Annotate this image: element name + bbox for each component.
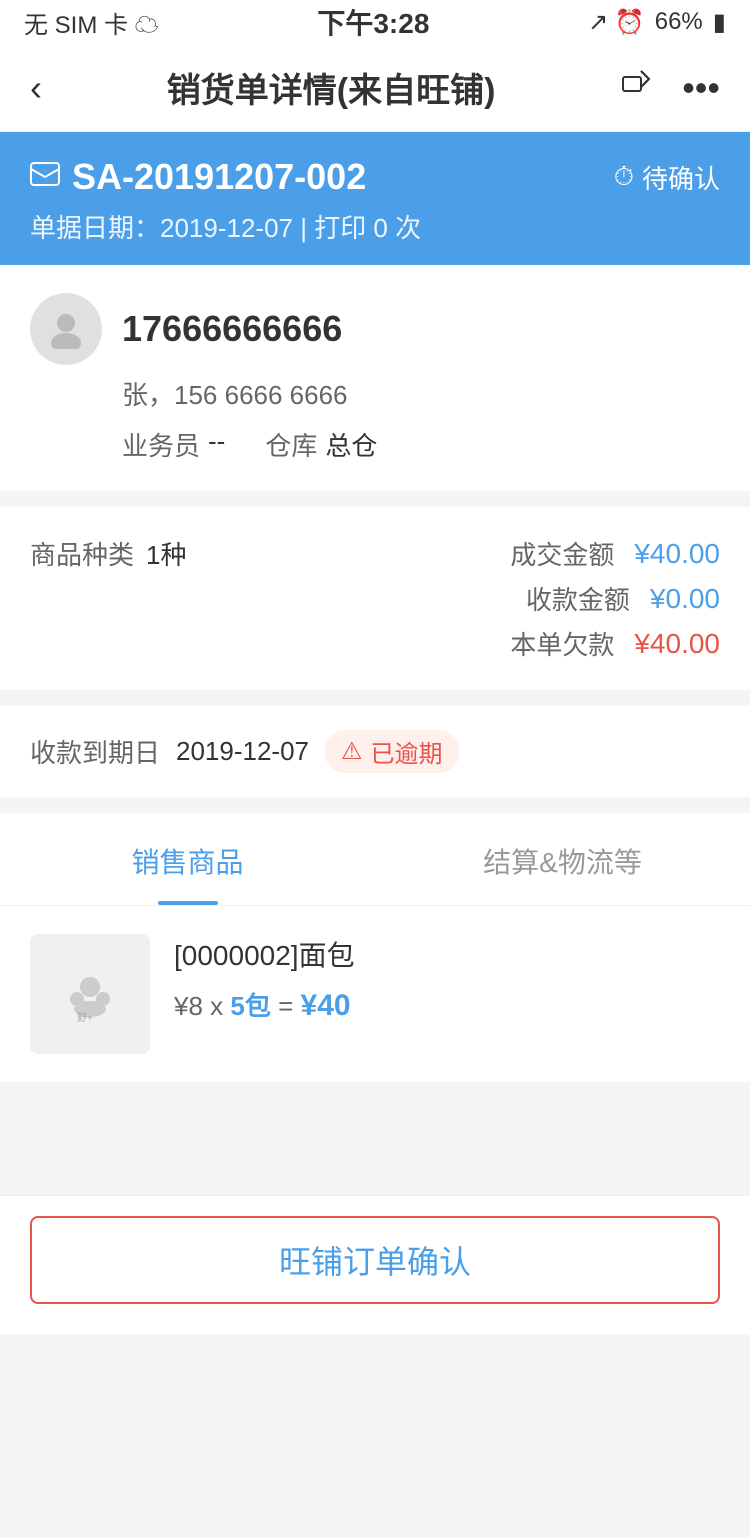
payment-label: 收款金额 bbox=[526, 580, 630, 617]
payment-row: 收款金额 ¥0.00 bbox=[526, 580, 720, 617]
avatar bbox=[30, 293, 102, 365]
status-time: 下午3:28 bbox=[317, 2, 429, 42]
tab-settlement[interactable]: 结算&物流等 bbox=[375, 813, 750, 905]
svg-text:野+: 野+ bbox=[77, 1012, 93, 1024]
product-type-label: 商品种类 bbox=[30, 535, 134, 572]
unit-price: ¥8 bbox=[174, 991, 203, 1021]
product-item: 野+ [0000002]面包 ¥8 x 5包 = ¥40 bbox=[30, 934, 720, 1054]
sim-status: 无 SIM 卡 ☁ bbox=[24, 5, 159, 40]
order-header: SA-20191207-002 ⏱ 待确认 单据日期：2019-12-07 | … bbox=[0, 132, 750, 265]
customer-card: 17666666666 张，156 6666 6666 业务员 -- 仓库 总仓 bbox=[0, 265, 750, 491]
total-price: ¥40 bbox=[301, 989, 351, 1022]
warning-icon: ⚠ bbox=[341, 737, 363, 766]
salesperson-label: 业务员 bbox=[122, 426, 200, 463]
amount-label: 成交金额 bbox=[510, 535, 614, 572]
customer-phone: 17666666666 bbox=[122, 308, 342, 350]
customer-name: 张，156 6666 6666 bbox=[122, 375, 720, 412]
product-info: [0000002]面包 ¥8 x 5包 = ¥40 bbox=[174, 934, 720, 1023]
tabs-bar: 销售商品 结算&物流等 bbox=[0, 813, 750, 906]
battery-icon: ▮ bbox=[713, 8, 726, 37]
share-button[interactable] bbox=[620, 68, 652, 108]
amount-value: ¥40.00 bbox=[634, 538, 720, 570]
amount-row: 成交金额 ¥40.00 bbox=[510, 535, 720, 572]
more-button[interactable]: ••• bbox=[682, 67, 720, 109]
order-date: 单据日期：2019-12-07 | 打印 0 次 bbox=[30, 208, 720, 245]
equals-sign: = bbox=[278, 991, 300, 1021]
clock-icon: ⏱ bbox=[614, 161, 634, 193]
customer-meta: 业务员 -- 仓库 总仓 bbox=[122, 426, 720, 463]
product-price-row: ¥8 x 5包 = ¥40 bbox=[174, 986, 720, 1023]
confirm-order-button[interactable]: 旺铺订单确认 bbox=[30, 1216, 720, 1304]
product-type-field: 商品种类 1种 bbox=[30, 535, 186, 572]
balance-row: 本单欠款 ¥40.00 bbox=[510, 625, 720, 662]
balance-value: ¥40.00 bbox=[634, 628, 720, 660]
product-thumbnail: 野+ bbox=[30, 934, 150, 1054]
order-icon bbox=[30, 161, 60, 193]
tab-products[interactable]: 销售商品 bbox=[0, 813, 375, 905]
back-button[interactable]: ‹ bbox=[30, 67, 42, 109]
product-type-value: 1种 bbox=[146, 535, 186, 572]
summary-left: 商品种类 1种 bbox=[30, 535, 186, 572]
summary-right: 成交金额 ¥40.00 收款金额 ¥0.00 本单欠款 ¥40.00 bbox=[510, 535, 720, 662]
product-name: [0000002]面包 bbox=[174, 934, 720, 974]
signal-icon: ↗ ⏰ bbox=[588, 8, 645, 37]
status-left: 无 SIM 卡 ☁ bbox=[24, 5, 159, 40]
order-status: ⏱ 待确认 bbox=[614, 159, 720, 196]
order-id-row: SA-20191207-002 ⏱ 待确认 bbox=[30, 156, 720, 198]
order-id: SA-20191207-002 bbox=[30, 156, 366, 198]
customer-row: 17666666666 bbox=[30, 293, 720, 365]
salesperson-value: -- bbox=[208, 426, 225, 463]
battery-level: 66% bbox=[655, 8, 703, 36]
nav-bar: ‹ 销货单详情(来自旺铺) ••• bbox=[0, 44, 750, 132]
overdue-text: 已逾期 bbox=[371, 734, 443, 769]
quantity-value: 5包 bbox=[230, 991, 270, 1021]
status-bar: 无 SIM 卡 ☁ 下午3:28 ↗ ⏰ 66% ▮ bbox=[0, 0, 750, 44]
confirm-button-wrap: 旺铺订单确认 bbox=[0, 1195, 750, 1334]
summary-card: 商品种类 1种 成交金额 ¥40.00 收款金额 ¥0.00 本单欠款 ¥40.… bbox=[0, 507, 750, 690]
due-date-value: 2019-12-07 bbox=[176, 736, 309, 767]
due-label: 收款到期日 bbox=[30, 733, 160, 770]
product-list: 野+ [0000002]面包 ¥8 x 5包 = ¥40 bbox=[0, 906, 750, 1082]
nav-actions: ••• bbox=[620, 67, 720, 109]
payment-value: ¥0.00 bbox=[650, 583, 720, 615]
page-title: 销货单详情(来自旺铺) bbox=[167, 63, 496, 112]
warehouse-field: 仓库 总仓 bbox=[265, 426, 377, 463]
due-date-card: 收款到期日 2019-12-07 ⚠ 已逾期 bbox=[0, 706, 750, 797]
overdue-badge: ⚠ 已逾期 bbox=[325, 730, 459, 773]
status-right: ↗ ⏰ 66% ▮ bbox=[588, 8, 726, 37]
warehouse-label: 仓库 bbox=[265, 426, 317, 463]
salesperson-field: 业务员 -- bbox=[122, 426, 225, 463]
warehouse-value: 总仓 bbox=[325, 426, 377, 463]
balance-label: 本单欠款 bbox=[510, 625, 614, 662]
multiply-icon: x bbox=[210, 991, 230, 1021]
